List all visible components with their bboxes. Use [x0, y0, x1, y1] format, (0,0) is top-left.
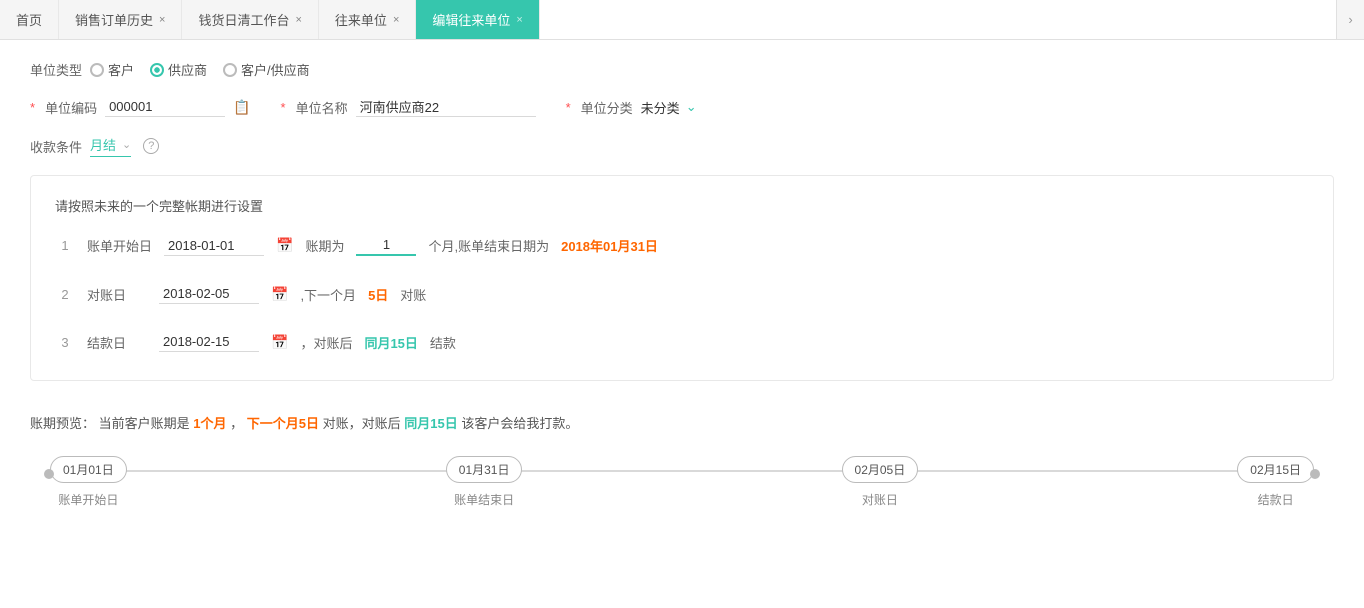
- row-2-label: 对账日: [87, 285, 147, 304]
- unit-code-field: * 单位编码 📋: [30, 97, 251, 117]
- row-1-calendar-icon[interactable]: 📅: [276, 237, 293, 254]
- row-3-label: 结款日: [87, 333, 147, 352]
- section-title: 请按照未来的一个完整帐期进行设置: [55, 196, 1309, 215]
- preview-section: 账期预览： 当前客户账期是 1个月 ， 下一个月5日 对账，对账后 同月15日 …: [30, 397, 1334, 508]
- row-1-hint-post: 个月,账单结束日期为: [428, 236, 549, 255]
- unit-category-required: *: [566, 100, 571, 115]
- radio-customer[interactable]: 客户: [90, 60, 134, 79]
- timeline-node-3: 02月15日 结款日: [1237, 456, 1314, 508]
- row-3-calendar-icon[interactable]: 📅: [271, 334, 288, 351]
- unit-type-field: 单位类型 客户 供应商 客户/供应商: [30, 60, 310, 79]
- unit-name-input[interactable]: [356, 97, 536, 117]
- row-3-hint-post: 结款: [430, 333, 456, 352]
- radio-customer-circle: [90, 63, 104, 77]
- row-3-num: 3: [55, 335, 75, 350]
- row-2-date-input[interactable]: [159, 284, 259, 304]
- timeline-pill-3: 02月15日: [1237, 456, 1314, 483]
- payment-field: 收款条件 月结 ⌄ ?: [30, 135, 159, 157]
- unit-name-required: *: [281, 100, 286, 115]
- timeline-pill-2: 02月05日: [842, 456, 919, 483]
- timeline-pill-0: 01月01日: [50, 456, 127, 483]
- tabs-bar: 首页 销售订单历史 × 钱货日清工作台 × 往来单位 × 编辑往来单位 × ›: [0, 0, 1364, 40]
- tab-home[interactable]: 首页: [0, 0, 59, 39]
- row-2-highlight: 5日: [368, 285, 388, 304]
- unit-code-copy-icon[interactable]: 📋: [233, 99, 250, 116]
- timeline-node-1: 01月31日 账单结束日: [446, 456, 523, 508]
- billing-period-section: 请按照未来的一个完整帐期进行设置 1 账单开始日 📅 账期为 个月,账单结束日期…: [30, 175, 1334, 381]
- preview-part2: 下一个月5日: [247, 416, 319, 431]
- payment-label: 收款条件: [30, 137, 82, 156]
- payment-row: 收款条件 月结 ⌄ ?: [30, 135, 1334, 157]
- row-2-hint-post: 对账: [400, 285, 426, 304]
- preview-text-end: 该客户会给我打款。: [461, 416, 578, 431]
- row-3-date-input[interactable]: [159, 332, 259, 352]
- row-1-hint-pre: 账期为: [305, 236, 344, 255]
- payment-dropdown-icon[interactable]: ⌄: [122, 138, 131, 151]
- unit-category-select[interactable]: 未分类 ⌄: [641, 98, 697, 117]
- timeline-container: 01月01日 账单开始日 01月31日 账单结束日 02月05日 对账日 02月…: [30, 456, 1334, 508]
- row-2-hint-pre: ,下一个月: [300, 285, 356, 304]
- unit-category-value: 未分类: [641, 98, 680, 117]
- radio-supplier[interactable]: 供应商: [150, 60, 207, 79]
- close-tab-contacts[interactable]: ×: [393, 14, 399, 26]
- row-1: 1 账单开始日 📅 账期为 个月,账单结束日期为 2018年01月31日: [55, 235, 1309, 256]
- payment-value: 月结: [90, 135, 116, 154]
- timeline-pill-1: 01月31日: [446, 456, 523, 483]
- unit-code-input[interactable]: [105, 97, 225, 117]
- unit-type-label: 单位类型: [30, 60, 82, 79]
- timeline-end-dot: [1310, 469, 1320, 479]
- preview-part1: 1个月: [193, 416, 226, 431]
- row-1-date-input[interactable]: [164, 236, 264, 256]
- preview-label: 账期预览：: [30, 416, 95, 431]
- tab-edit-contacts[interactable]: 编辑往来单位 ×: [416, 0, 539, 39]
- timeline-label-3: 结款日: [1258, 491, 1294, 508]
- close-tab-cash-work[interactable]: ×: [295, 14, 301, 26]
- row-3-highlight: 同月15日: [364, 333, 417, 352]
- radio-both[interactable]: 客户/供应商: [223, 60, 310, 79]
- close-tab-sales-history[interactable]: ×: [159, 14, 165, 26]
- row-2: 2 对账日 📅 ,下一个月 5日 对账: [55, 284, 1309, 304]
- tab-contacts[interactable]: 往来单位 ×: [319, 0, 416, 39]
- close-tab-edit-contacts[interactable]: ×: [516, 14, 522, 26]
- timeline-node-0: 01月01日 账单开始日: [50, 456, 127, 508]
- timeline-label-2: 对账日: [862, 491, 898, 508]
- unit-name-label: 单位名称: [296, 98, 348, 117]
- row-3-hint-pre: ，对账后: [300, 333, 352, 352]
- radio-supplier-circle: [150, 63, 164, 77]
- preview-part3: 同月15日: [404, 416, 457, 431]
- unit-code-required: *: [30, 100, 35, 115]
- unit-category-dropdown-icon[interactable]: ⌄: [686, 99, 697, 115]
- unit-code-label: 单位编码: [45, 98, 97, 117]
- timeline-start-dot: [44, 469, 54, 479]
- preview-text-mid2: 对账，对账后: [323, 416, 401, 431]
- row-2-calendar-icon[interactable]: 📅: [271, 286, 288, 303]
- row-1-period-input[interactable]: [356, 235, 416, 256]
- tab-cash-work[interactable]: 钱货日清工作台 ×: [182, 0, 318, 39]
- timeline-label-0: 账单开始日: [58, 491, 118, 508]
- unit-info-row: * 单位编码 📋 * 单位名称 * 单位分类 未分类 ⌄: [30, 97, 1334, 117]
- row-2-num: 2: [55, 287, 75, 302]
- preview-text-mid1: ，: [230, 416, 243, 431]
- main-content: 单位类型 客户 供应商 客户/供应商 * 单位编码: [0, 40, 1364, 608]
- payment-help-icon[interactable]: ?: [143, 138, 159, 154]
- row-3: 3 结款日 📅 ，对账后 同月15日 结款: [55, 332, 1309, 352]
- timeline-node-2: 02月05日 对账日: [842, 456, 919, 508]
- timeline-nodes: 01月01日 账单开始日 01月31日 账单结束日 02月05日 对账日 02月…: [50, 456, 1314, 508]
- unit-category-field: * 单位分类 未分类 ⌄: [566, 98, 697, 117]
- preview-text: 账期预览： 当前客户账期是 1个月 ， 下一个月5日 对账，对账后 同月15日 …: [30, 413, 1334, 432]
- tab-sales-history[interactable]: 销售订单历史 ×: [59, 0, 182, 39]
- payment-select[interactable]: 月结 ⌄: [90, 135, 131, 157]
- timeline-label-1: 账单结束日: [454, 491, 514, 508]
- tab-overflow-arrow[interactable]: ›: [1336, 0, 1364, 39]
- unit-type-radio-group: 客户 供应商 客户/供应商: [90, 60, 310, 79]
- preview-text-pre: 当前客户账期是: [99, 416, 190, 431]
- unit-name-field: * 单位名称: [281, 97, 536, 117]
- unit-type-row: 单位类型 客户 供应商 客户/供应商: [30, 60, 1334, 79]
- radio-both-circle: [223, 63, 237, 77]
- row-1-label: 账单开始日: [87, 236, 152, 255]
- row-1-end-date: 2018年01月31日: [561, 236, 658, 255]
- row-1-num: 1: [55, 238, 75, 253]
- unit-category-label: 单位分类: [581, 98, 633, 117]
